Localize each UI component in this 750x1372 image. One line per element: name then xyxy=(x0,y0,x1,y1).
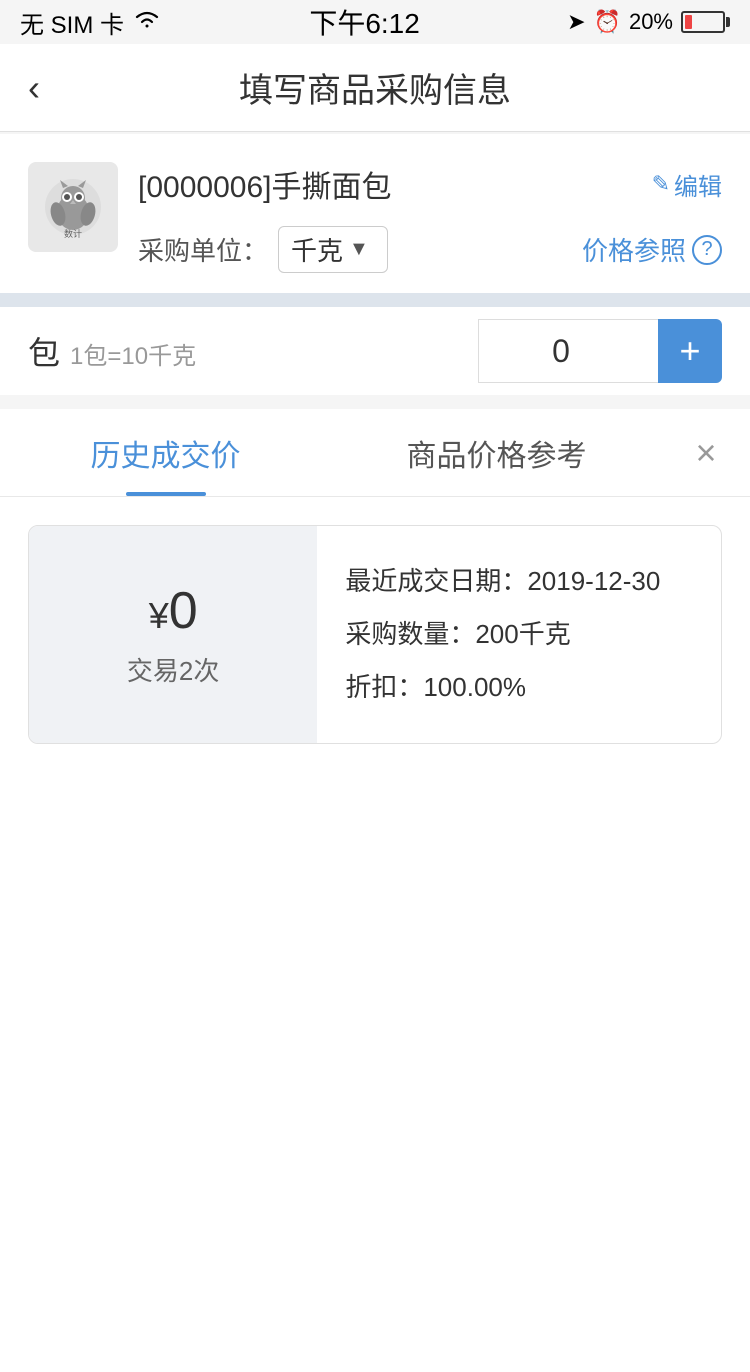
discount-row: 折扣：100.00% xyxy=(345,668,693,707)
status-bar: 无 SIM 卡 下午6:12 ➤ ⏰ 20% xyxy=(0,0,750,44)
unit-value: 千克 xyxy=(291,231,343,268)
edit-button[interactable]: ✎ 编辑 xyxy=(652,167,722,202)
quantity-label-group: 包 1包=10千克 xyxy=(28,328,196,374)
trade-count: 交易2次 xyxy=(127,651,219,688)
quantity-plus-button[interactable]: + xyxy=(658,319,722,383)
status-right: ➤ ⏰ 20% xyxy=(567,9,730,35)
product-unit-row: 采购单位： 千克 ▼ 价格参照 ? xyxy=(138,226,722,273)
product-card: 数计 [0000006]手撕面包 ✎ 编辑 采购单位： 千克 ▼ xyxy=(0,134,750,293)
recent-date-value: 2019-12-30 xyxy=(527,566,660,596)
tab-history-price[interactable]: 历史成交价 xyxy=(0,409,331,496)
history-content: ¥0 交易2次 最近成交日期：2019-12-30 采购数量：200千克 折扣：… xyxy=(0,497,750,772)
product-info: [0000006]手撕面包 ✎ 编辑 采购单位： 千克 ▼ 价格参照 ? xyxy=(138,162,722,273)
nav-header: ‹ 填写商品采购信息 xyxy=(0,44,750,132)
price-amount: ¥0 xyxy=(149,581,198,641)
unit-label: 采购单位： 千克 ▼ xyxy=(138,226,388,273)
quantity-unit-label: 包 xyxy=(28,328,60,374)
price-ref-label: 价格参照 xyxy=(582,231,686,268)
product-name: [0000006]手撕面包 xyxy=(138,162,391,206)
recent-date-row: 最近成交日期：2019-12-30 xyxy=(345,562,693,601)
quantity-controls: + xyxy=(478,319,722,383)
battery-icon xyxy=(681,11,730,33)
quantity-row: 包 1包=10千克 + xyxy=(0,307,750,395)
unit-select[interactable]: 千克 ▼ xyxy=(278,226,388,273)
purchase-qty-value: 200千克 xyxy=(475,619,570,649)
product-header: 数计 [0000006]手撕面包 ✎ 编辑 采购单位： 千克 ▼ xyxy=(28,162,722,273)
wifi-icon xyxy=(132,8,162,37)
help-icon: ? xyxy=(692,235,722,265)
svg-text:数计: 数计 xyxy=(64,228,82,239)
purchase-qty-row: 采购数量：200千克 xyxy=(345,615,693,654)
tabs-header: 历史成交价 商品价格参考 × xyxy=(0,409,750,497)
quantity-conversion-label: 1包=10千克 xyxy=(70,336,196,371)
quantity-input[interactable] xyxy=(478,319,658,383)
tab-history-label: 历史成交价 xyxy=(91,431,241,475)
status-time: 下午6:12 xyxy=(309,2,420,42)
tab-price-ref-label: 商品价格参考 xyxy=(407,431,587,475)
location-icon: ➤ xyxy=(567,9,585,35)
battery-percent: 20% xyxy=(629,9,673,35)
tabs-section: 历史成交价 商品价格参考 × ¥0 交易2次 最近成交日期：2019-12-30… xyxy=(0,409,750,772)
tab-product-price-ref[interactable]: 商品价格参考 xyxy=(331,409,662,496)
price-card: ¥0 交易2次 最近成交日期：2019-12-30 采购数量：200千克 折扣：… xyxy=(28,525,722,744)
product-thumbnail: 数计 xyxy=(28,162,118,252)
status-left: 无 SIM 卡 xyxy=(20,5,162,40)
product-name-row: [0000006]手撕面包 ✎ 编辑 xyxy=(138,162,722,206)
back-button[interactable]: ‹ xyxy=(28,67,40,109)
price-card-left: ¥0 交易2次 xyxy=(29,526,317,743)
discount-label: 折扣： xyxy=(345,672,423,702)
sim-label: 无 SIM 卡 xyxy=(20,5,124,40)
tab-close-button[interactable]: × xyxy=(662,409,750,497)
price-card-right: 最近成交日期：2019-12-30 采购数量：200千克 折扣：100.00% xyxy=(317,526,721,743)
bottom-area xyxy=(0,772,750,1372)
recent-date-label: 最近成交日期： xyxy=(345,566,527,596)
edit-icon: ✎ xyxy=(652,171,670,197)
price-value: 0 xyxy=(169,582,198,640)
edit-label: 编辑 xyxy=(674,167,722,202)
alarm-icon: ⏰ xyxy=(594,9,621,35)
section-divider xyxy=(0,293,750,307)
tab-active-indicator xyxy=(126,492,206,496)
price-ref-button[interactable]: 价格参照 ? xyxy=(582,231,722,268)
discount-value: 100.00% xyxy=(423,672,526,702)
page-title: 填写商品采购信息 xyxy=(239,63,511,112)
purchase-qty-label: 采购数量： xyxy=(345,619,475,649)
dropdown-arrow-icon: ▼ xyxy=(349,238,369,261)
currency-symbol: ¥ xyxy=(149,595,169,636)
